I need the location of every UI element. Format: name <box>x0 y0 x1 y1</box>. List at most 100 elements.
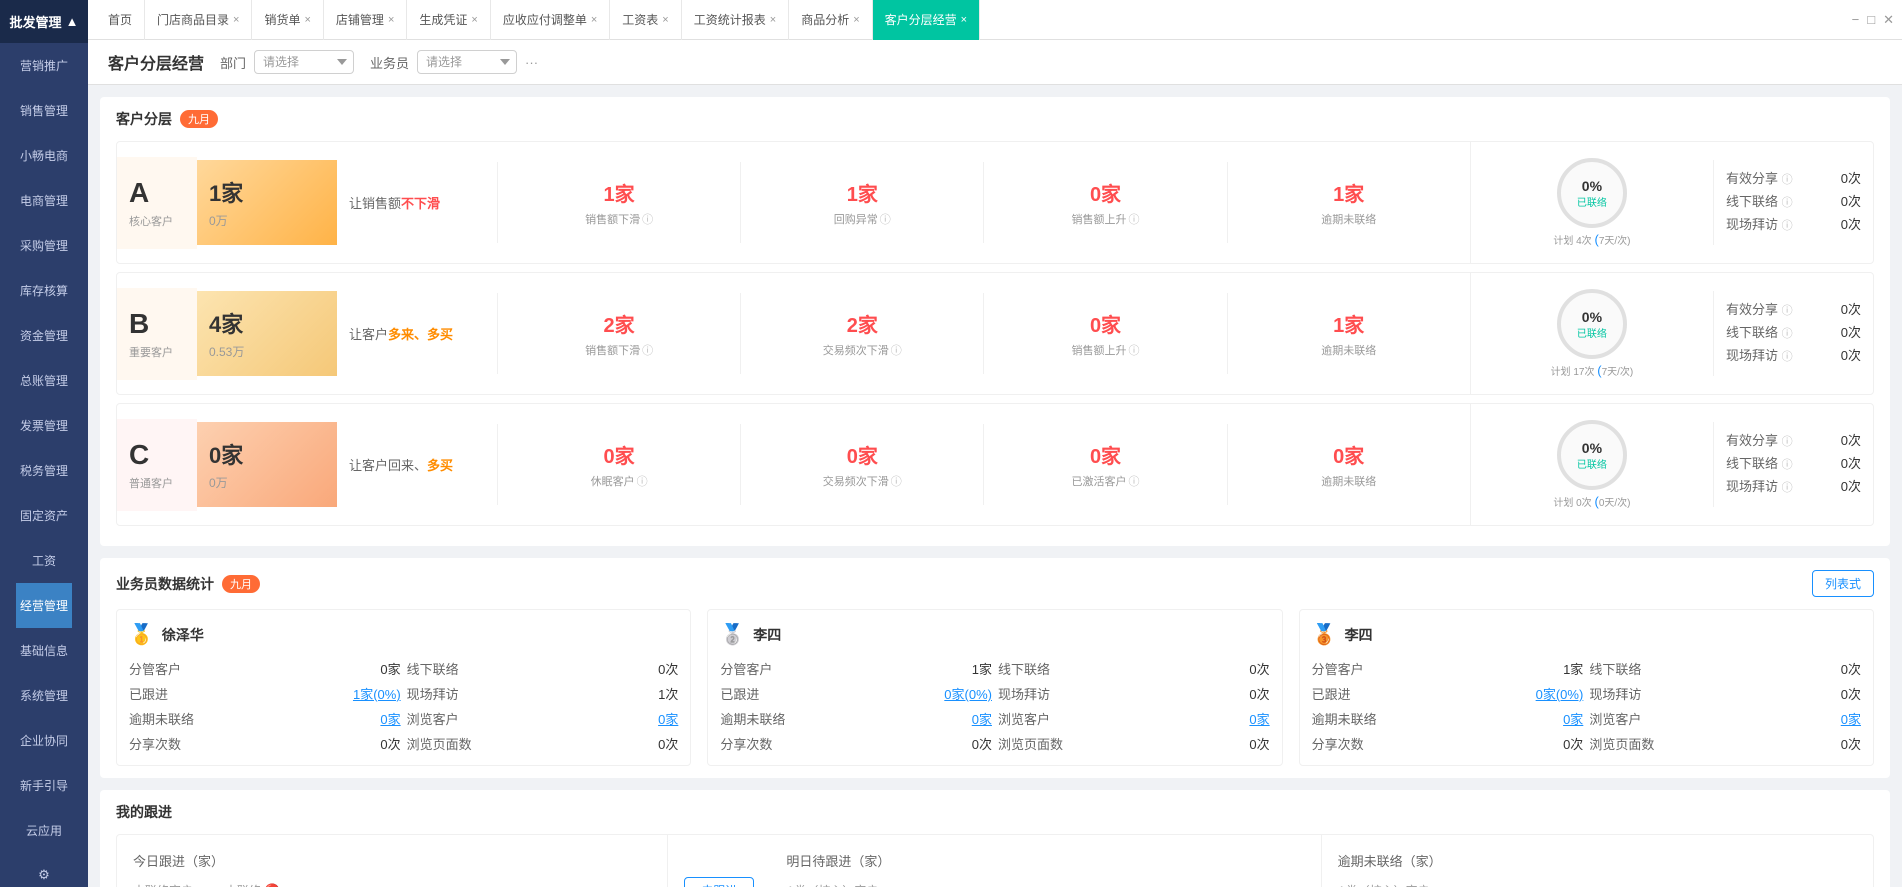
sidebar-item-税务管理[interactable]: 税务管理 <box>16 448 72 493</box>
tab-应收应付调整单[interactable]: 应收应付调整单× <box>491 0 610 40</box>
info-icon[interactable]: ⓘ <box>1782 197 1793 209</box>
dept-select[interactable]: 请选择 <box>254 50 354 74</box>
followup-today-col: 今日跟进（家） 未联络客户 已联络 🔴 未联络 🔴 <box>117 835 668 887</box>
tab-销货单[interactable]: 销货单× <box>252 0 323 40</box>
go-followup-button[interactable]: 去跟进 <box>684 877 754 887</box>
tab-close-icon[interactable]: × <box>662 14 668 26</box>
sidebar-item-企业协同[interactable]: 企业协同 <box>16 718 72 763</box>
info-icon[interactable]: ⓘ <box>642 342 653 358</box>
plan-link[interactable]: ( <box>1594 494 1598 509</box>
tab-工资表[interactable]: 工资表× <box>610 0 681 40</box>
tab-close-icon[interactable]: × <box>961 14 967 26</box>
window-maximize-icon[interactable]: □ <box>1867 12 1875 28</box>
sp-stat-value[interactable]: 0家 <box>1249 709 1269 728</box>
sidebar-item-基础信息[interactable]: 基础信息 <box>16 628 72 673</box>
tab-工资统计报表[interactable]: 工资统计报表× <box>682 0 789 40</box>
tab-close-icon[interactable]: × <box>471 14 477 26</box>
info-icon[interactable]: ⓘ <box>1782 351 1793 363</box>
sidebar-item-库存核算[interactable]: 库存核算 <box>16 268 72 313</box>
sidebar-top[interactable]: 批发管理 ▲ <box>0 0 88 43</box>
info-icon[interactable]: ⓘ <box>880 211 891 227</box>
info-icon[interactable]: ⓘ <box>1129 473 1140 489</box>
sidebar-item-营销推广[interactable]: 营销推广 <box>16 43 72 88</box>
salesperson-stats: 分管客户1家线下联络0次已跟进0家(0%)现场拜访0次逾期未联络0家浏览客户0家… <box>1312 659 1861 753</box>
sidebar-item-工资[interactable]: 工资 <box>16 538 72 583</box>
sp-stat-value[interactable]: 0家(0%) <box>1536 684 1584 703</box>
sp-stat-value[interactable]: 0家 <box>1841 709 1861 728</box>
sidebar-item-销售管理[interactable]: 销售管理 <box>16 88 72 133</box>
salesperson-select[interactable]: 请选择 <box>417 50 517 74</box>
sp-stat-value[interactable]: 1家(0%) <box>353 684 401 703</box>
sp-stat-item: 逾期未联络0家 <box>1312 709 1584 728</box>
salesperson-card: 🥈李四分管客户1家线下联络0次已跟进0家(0%)现场拜访0次逾期未联络0家浏览客… <box>707 609 1282 766</box>
info-icon[interactable]: ⓘ <box>1782 328 1793 340</box>
circle-pct: 0% <box>1582 178 1602 194</box>
tab-店铺管理[interactable]: 店铺管理× <box>324 0 407 40</box>
tab-close-icon[interactable]: × <box>304 14 310 26</box>
sp-stat-label: 分享次数 <box>720 734 772 753</box>
sidebar-item-经营管理[interactable]: 经营管理 <box>16 583 72 628</box>
salesperson-header: 🥇徐泽华 <box>129 622 678 647</box>
tab-close-icon[interactable]: × <box>233 14 239 26</box>
tab-客户分层经营[interactable]: 客户分层经营× <box>873 0 980 40</box>
sidebar-item-资金管理[interactable]: 资金管理 <box>16 313 72 358</box>
sp-stat-value: 0家 <box>380 659 400 678</box>
tab-生成凭证[interactable]: 生成凭证× <box>407 0 490 40</box>
sp-stat-item: 现场拜访0次 <box>1589 684 1861 703</box>
info-icon[interactable]: ⓘ <box>1782 482 1793 494</box>
window-minimize-icon[interactable]: − <box>1852 12 1860 28</box>
medal-icon: 🥉 <box>1312 622 1337 647</box>
info-icon[interactable]: ⓘ <box>637 473 648 489</box>
tab-门店商品目录[interactable]: 门店商品目录× <box>145 0 252 40</box>
info-icon[interactable]: ⓘ <box>1129 211 1140 227</box>
plan-link[interactable]: ( <box>1597 363 1601 378</box>
sidebar-item-发票管理[interactable]: 发票管理 <box>16 403 72 448</box>
sidebar-item-总账管理[interactable]: 总账管理 <box>16 358 72 403</box>
sidebar-item-云应用[interactable]: 云应用 <box>16 808 72 853</box>
sp-stat-value[interactable]: 0家 <box>658 709 678 728</box>
page-header: 客户分层经营 部门 请选择 业务员 请选择 ··· <box>88 40 1902 85</box>
sp-stat-value[interactable]: 0家 <box>1563 709 1583 728</box>
followup-grid: 今日跟进（家） 未联络客户 已联络 🔴 未联络 🔴 去跟进 <box>116 834 1874 887</box>
info-icon[interactable]: ⓘ <box>1129 342 1140 358</box>
info-icon[interactable]: ⓘ <box>1782 436 1793 448</box>
metric-label: 逾期未联络 <box>1236 211 1462 227</box>
salesperson-grid: 🥇徐泽华分管客户0家线下联络0次已跟进1家(0%)现场拜访1次逾期未联络0家浏览… <box>116 609 1874 766</box>
info-icon[interactable]: ⓘ <box>891 342 902 358</box>
plan-link[interactable]: ( <box>1594 232 1598 247</box>
tab-close-icon[interactable]: × <box>853 14 859 26</box>
info-icon[interactable]: ⓘ <box>1782 459 1793 471</box>
sidebar-settings[interactable]: ⚙ <box>0 853 88 887</box>
tab-close-icon[interactable]: × <box>388 14 394 26</box>
list-view-button[interactable]: 列表式 <box>1812 570 1874 597</box>
info-icon[interactable]: ⓘ <box>642 211 653 227</box>
sp-stat-value: 0次 <box>1249 659 1269 678</box>
tab-商品分析[interactable]: 商品分析× <box>789 0 872 40</box>
tab-close-icon[interactable]: × <box>770 14 776 26</box>
info-icon[interactable]: ⓘ <box>891 473 902 489</box>
window-close-icon[interactable]: ✕ <box>1883 12 1894 28</box>
right-stat-val: 0次 <box>1841 476 1861 495</box>
medal-icon: 🥈 <box>720 622 745 647</box>
sidebar-item-小畅电商[interactable]: 小畅电商 <box>16 133 72 178</box>
sp-stat-value[interactable]: 0家(0%) <box>944 684 992 703</box>
info-icon[interactable]: ⓘ <box>1782 305 1793 317</box>
info-icon[interactable]: ⓘ <box>1782 220 1793 232</box>
tab-close-icon[interactable]: × <box>591 14 597 26</box>
followup-today-title: 今日跟进（家） <box>133 851 651 870</box>
sidebar-item-电商管理[interactable]: 电商管理 <box>16 178 72 223</box>
tier-row-A: A核心客户1家0万让销售额不下滑1家销售额下滑ⓘ1家回购异常ⓘ0家销售额上升ⓘ1… <box>116 141 1874 264</box>
sidebar-item-新手引导[interactable]: 新手引导 <box>16 763 72 808</box>
metric-count: 0家 <box>992 178 1218 207</box>
sidebar-item-固定资产[interactable]: 固定资产 <box>16 493 72 538</box>
tab-首页[interactable]: 首页 <box>96 0 145 40</box>
sidebar-item-系统管理[interactable]: 系统管理 <box>16 673 72 718</box>
sp-stat-value[interactable]: 0家 <box>380 709 400 728</box>
tier-right-stats-B: 有效分享 ⓘ0次线下联络 ⓘ0次现场拜访 ⓘ0次 <box>1713 291 1873 376</box>
sidebar-item-采购管理[interactable]: 采购管理 <box>16 223 72 268</box>
sp-stat-value[interactable]: 0家 <box>972 709 992 728</box>
info-icon[interactable]: ⓘ <box>1782 174 1793 186</box>
sp-stat-item: 线下联络0次 <box>1589 659 1861 678</box>
sp-stat-value: 0次 <box>658 659 678 678</box>
filter-more-icon[interactable]: ··· <box>525 55 538 70</box>
